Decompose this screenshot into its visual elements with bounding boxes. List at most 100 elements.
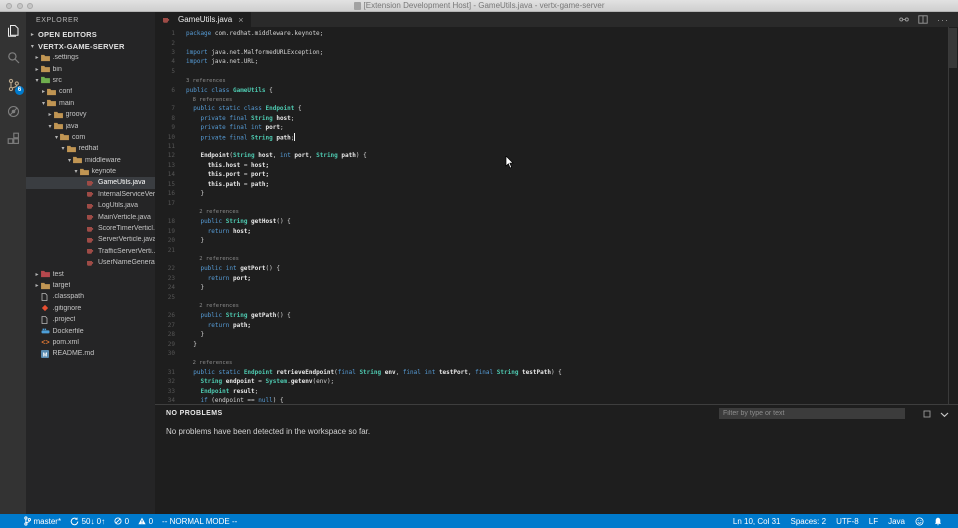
window-controls[interactable] bbox=[6, 3, 33, 9]
section-vertx-game-server[interactable]: ▾ VERTX-GAME-SERVER bbox=[26, 40, 155, 52]
code-line-30[interactable]: 30 bbox=[155, 349, 958, 358]
open-changes-icon[interactable] bbox=[899, 11, 909, 29]
codelens-label[interactable]: 2 references bbox=[175, 360, 233, 366]
status-notifications-bell[interactable] bbox=[934, 517, 942, 526]
code-line-21[interactable]: 21 bbox=[155, 245, 958, 254]
tree-item-pom-xml[interactable]: <> pom.xml bbox=[26, 337, 155, 348]
codelens-references[interactable]: 8 references bbox=[155, 95, 958, 104]
panel-hide-chevron-icon[interactable] bbox=[940, 405, 949, 423]
code-line-23[interactable]: 23 return port; bbox=[155, 274, 958, 283]
codelens-references[interactable]: 2 references bbox=[155, 208, 958, 217]
tree-item-gameutils-java[interactable]: GameUtils.java bbox=[26, 177, 155, 189]
panel-maximize-icon[interactable] bbox=[923, 405, 931, 423]
status-errors[interactable]: 0 bbox=[114, 517, 129, 526]
tree-item-bin[interactable]: ▸ bin bbox=[26, 63, 155, 74]
split-editor-icon[interactable] bbox=[918, 11, 928, 29]
tree-item-scoretimerverticl[interactable]: ScoreTimerVerticl... bbox=[26, 223, 155, 234]
code-line-8[interactable]: 8 private final String host; bbox=[155, 114, 958, 123]
code-line-32[interactable]: 32 String endpoint = System.getenv(env); bbox=[155, 377, 958, 386]
code-line-10[interactable]: 10 private final String path; bbox=[155, 132, 958, 141]
code-line-3[interactable]: 3 import java.net.MalformedURLException; bbox=[155, 48, 958, 57]
codelens-label[interactable]: 2 references bbox=[175, 256, 239, 262]
zoom-window-icon[interactable] bbox=[27, 3, 33, 9]
tree-item-src[interactable]: ▾ src bbox=[26, 75, 155, 86]
tree-item-target[interactable]: ▸ target bbox=[26, 280, 155, 291]
tree-item-project[interactable]: .project bbox=[26, 314, 155, 325]
tree-item-test[interactable]: ▸ test bbox=[26, 268, 155, 279]
tree-item-classpath[interactable]: .classpath bbox=[26, 291, 155, 302]
activity-files-icon[interactable] bbox=[0, 17, 26, 44]
code-line-14[interactable]: 14 this.port = port; bbox=[155, 170, 958, 179]
tree-item-settings[interactable]: ▸ .settings bbox=[26, 52, 155, 63]
code-line-19[interactable]: 19 return host; bbox=[155, 227, 958, 236]
code-line-2[interactable]: 2 bbox=[155, 38, 958, 47]
tree-item-java[interactable]: ▾ java bbox=[26, 120, 155, 131]
activity-extensions-icon[interactable] bbox=[0, 125, 26, 152]
code-line-27[interactable]: 27 return path; bbox=[155, 321, 958, 330]
code-line-6[interactable]: 6 public class GameUtils { bbox=[155, 85, 958, 94]
code-line-4[interactable]: 4 import java.net.URL; bbox=[155, 57, 958, 66]
code-line-13[interactable]: 13 this.host = host; bbox=[155, 161, 958, 170]
code-editor[interactable]: 1 package com.redhat.middleware.keynote; 2… bbox=[155, 27, 958, 404]
tree-item-redhat[interactable]: ▾ redhat bbox=[26, 143, 155, 154]
scrollbar-thumb[interactable] bbox=[949, 28, 957, 68]
code-line-9[interactable]: 9 private final int port; bbox=[155, 123, 958, 132]
status-git-branch[interactable]: master* bbox=[24, 516, 61, 526]
status-java[interactable]: Java bbox=[888, 517, 905, 526]
code-line-12[interactable]: 12 Endpoint(String host, int port, Strin… bbox=[155, 151, 958, 160]
tree-item-keynote[interactable]: ▾ keynote bbox=[26, 166, 155, 177]
code-line-28[interactable]: 28 } bbox=[155, 330, 958, 339]
code-line-22[interactable]: 22 public int getPort() { bbox=[155, 264, 958, 273]
codelens-label[interactable]: 2 references bbox=[175, 303, 239, 309]
problems-filter-input[interactable] bbox=[719, 408, 905, 419]
more-actions-icon[interactable]: ··· bbox=[937, 15, 949, 24]
codelens-references[interactable]: 3 references bbox=[155, 76, 958, 85]
status-utf-8[interactable]: UTF-8 bbox=[836, 517, 859, 526]
code-line-18[interactable]: 18 public String getHost() { bbox=[155, 217, 958, 226]
code-line-17[interactable]: 17 bbox=[155, 198, 958, 207]
status-lf[interactable]: LF bbox=[869, 517, 878, 526]
code-line-20[interactable]: 20 } bbox=[155, 236, 958, 245]
close-tab-icon[interactable]: × bbox=[238, 15, 243, 24]
activity-debug-icon[interactable] bbox=[0, 98, 26, 125]
code-line-5[interactable]: 5 bbox=[155, 67, 958, 76]
status-ln-10-col-31[interactable]: Ln 10, Col 31 bbox=[733, 517, 781, 526]
code-line-16[interactable]: 16 } bbox=[155, 189, 958, 198]
activity-search-icon[interactable] bbox=[0, 44, 26, 71]
code-line-29[interactable]: 29 } bbox=[155, 339, 958, 348]
tree-item-gitignore[interactable]: .gitignore bbox=[26, 303, 155, 314]
codelens-references[interactable]: 2 references bbox=[155, 302, 958, 311]
close-window-icon[interactable] bbox=[6, 3, 12, 9]
code-line-11[interactable]: 11 bbox=[155, 142, 958, 151]
tree-item-serververticle-java[interactable]: ServerVerticle.java bbox=[26, 234, 155, 245]
codelens-references[interactable]: 2 references bbox=[155, 358, 958, 367]
codelens-label[interactable]: 8 references bbox=[175, 97, 233, 103]
tree-item-dockerfile[interactable]: Dockerfile bbox=[26, 325, 155, 336]
code-line-25[interactable]: 25 bbox=[155, 292, 958, 301]
editor-scrollbar[interactable] bbox=[948, 27, 958, 404]
status-warnings[interactable]: 0 bbox=[138, 517, 153, 526]
tree-item-main[interactable]: ▾ main bbox=[26, 98, 155, 109]
status-sync[interactable]: 50↓ 0↑ bbox=[70, 517, 105, 526]
activity-source-control-icon[interactable]: 6 bbox=[0, 71, 26, 98]
tree-item-groovy[interactable]: ▸ groovy bbox=[26, 109, 155, 120]
tree-item-mainverticle-java[interactable]: MainVerticle.java bbox=[26, 211, 155, 222]
tab-gameutils-java[interactable]: GameUtils.java × bbox=[155, 12, 251, 27]
minimize-window-icon[interactable] bbox=[16, 3, 23, 9]
status-feedback-smiley[interactable] bbox=[915, 517, 924, 526]
tree-item-readme-md[interactable]: M README.md bbox=[26, 348, 155, 359]
code-line-1[interactable]: 1 package com.redhat.middleware.keynote; bbox=[155, 29, 958, 38]
code-line-7[interactable]: 7 public static class Endpoint { bbox=[155, 104, 958, 113]
tree-item-middleware[interactable]: ▾ middleware bbox=[26, 155, 155, 166]
code-line-26[interactable]: 26 public String getPath() { bbox=[155, 311, 958, 320]
tree-item-trafficserververti[interactable]: TrafficServerVerti... bbox=[26, 246, 155, 257]
status-spaces-2[interactable]: Spaces: 2 bbox=[791, 517, 827, 526]
code-line-33[interactable]: 33 Endpoint result; bbox=[155, 386, 958, 395]
codelens-references[interactable]: 2 references bbox=[155, 255, 958, 264]
codelens-label[interactable]: 2 references bbox=[175, 209, 239, 215]
section-open-editors[interactable]: ▸ OPEN EDITORS bbox=[26, 28, 155, 40]
code-line-24[interactable]: 24 } bbox=[155, 283, 958, 292]
tree-item-logutils-java[interactable]: LogUtils.java bbox=[26, 200, 155, 211]
tree-item-conf[interactable]: ▸ conf bbox=[26, 86, 155, 97]
code-line-15[interactable]: 15 this.path = path; bbox=[155, 180, 958, 189]
